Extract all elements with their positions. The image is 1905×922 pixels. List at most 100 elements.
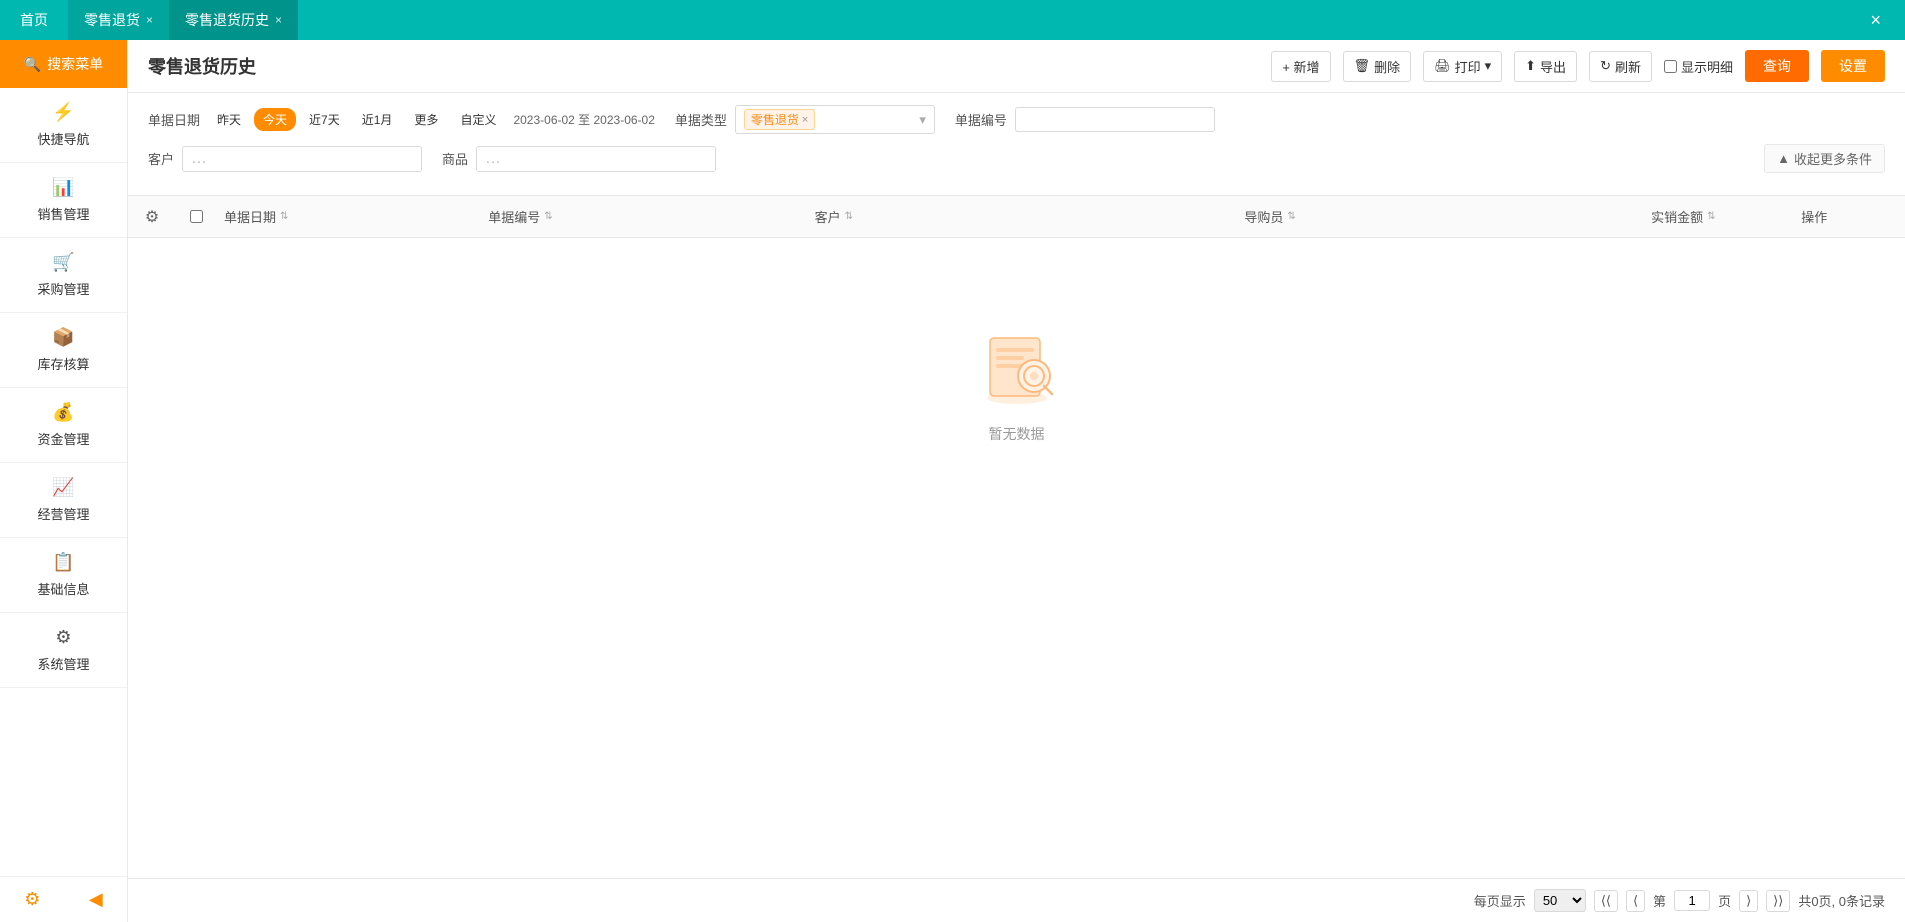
th-customer[interactable]: 客户 ⇅ — [807, 197, 1237, 236]
date-range-display: 2023-06-02 至 2023-06-02 — [513, 111, 654, 128]
purchase-icon: 🛒 — [52, 252, 74, 273]
tab-retail-return-close[interactable]: × — [146, 13, 153, 27]
tab-retail-return-history[interactable]: 零售退货历史 × — [169, 0, 298, 40]
prev-page-button[interactable]: ⟨ — [1626, 890, 1645, 912]
sales-icon: 📊 — [52, 177, 74, 198]
window-close-icon[interactable]: × — [1862, 6, 1889, 35]
date-btn-yesterday[interactable]: 昨天 — [208, 108, 250, 131]
query-button[interactable]: 查询 — [1745, 50, 1809, 82]
sidebar-item-inventory-label: 库存核算 — [37, 354, 89, 373]
sidebar-item-sales-mgmt[interactable]: 📊 销售管理 — [0, 163, 127, 238]
collapse-sidebar-icon[interactable]: ◀ — [89, 889, 103, 910]
select-all-checkbox[interactable] — [190, 210, 203, 223]
print-dropdown-icon: ▾ — [1485, 58, 1492, 74]
collapse-container: ▲ 收起更多条件 — [1764, 144, 1885, 173]
top-bar: 首页 零售退货 × 零售退货历史 × × — [0, 0, 1905, 40]
search-icon: 🔍 — [24, 56, 41, 73]
main-content: 零售退货历史 + 新增 🗑 删除 🖨 打印 ▾ ⬆ 导出 ↻ — [128, 40, 1905, 922]
goods-placeholder: … — [485, 150, 501, 168]
display-toggle-checkbox[interactable] — [1664, 60, 1677, 73]
tab-retail-return[interactable]: 零售退货 × — [68, 0, 169, 40]
last-page-button[interactable]: ⟩⟩ — [1766, 890, 1790, 912]
sidebar-item-ops-label: 经营管理 — [37, 504, 89, 523]
sidebar-search[interactable]: 🔍 搜索菜单 — [0, 40, 127, 88]
next-page-button[interactable]: ⟩ — [1739, 890, 1758, 912]
basic-info-icon: 📋 — [52, 552, 74, 573]
date-buttons: 昨天 今天 近7天 近1月 更多 自定义 — [208, 108, 505, 131]
date-btn-custom[interactable]: 自定义 — [451, 108, 505, 131]
table-select-all[interactable] — [176, 210, 216, 223]
goods-select[interactable]: … — [476, 146, 716, 172]
date-btn-more[interactable]: 更多 — [405, 108, 447, 131]
sidebar-item-sys-mgmt[interactable]: ⚙ 系统管理 — [0, 613, 127, 688]
date-filter-label: 单据日期 — [148, 110, 200, 129]
date-btn-today[interactable]: 今天 — [254, 108, 296, 131]
sidebar-item-inventory[interactable]: 📦 库存核算 — [0, 313, 127, 388]
refresh-button[interactable]: ↻ 刷新 — [1589, 51, 1652, 82]
sys-icon: ⚙ — [55, 627, 71, 648]
export-icon: ⬆ — [1525, 58, 1536, 74]
doc-no-filter: 单据编号 — [955, 107, 1215, 132]
date-btn-last1m[interactable]: 近1月 — [353, 108, 402, 131]
doc-no-input[interactable] — [1015, 107, 1215, 132]
customer-filter: 客户 … — [148, 146, 422, 172]
settings-bottom-icon[interactable]: ⚙ — [24, 889, 40, 910]
settings-button[interactable]: 设置 — [1821, 50, 1885, 82]
date-filter: 单据日期 昨天 今天 近7天 近1月 更多 自定义 2023-06-02 至 2… — [148, 108, 655, 131]
header-actions: + 新增 🗑 删除 🖨 打印 ▾ ⬆ 导出 ↻ 刷新 — [1271, 50, 1885, 82]
th-date[interactable]: 单据日期 ⇅ — [216, 197, 480, 236]
delete-button[interactable]: 🗑 删除 — [1343, 51, 1412, 82]
date-btn-last7[interactable]: 近7天 — [300, 108, 349, 131]
doc-type-select[interactable]: 零售退货 × ▾ — [735, 105, 935, 134]
th-op: 操作 — [1724, 197, 1905, 236]
customer-select[interactable]: … — [182, 146, 422, 172]
display-toggle-label[interactable]: 显示明细 — [1664, 57, 1733, 76]
pagination: 每页显示 10 20 50 100 ⟨⟨ ⟨ 第 页 ⟩ ⟩⟩ 共0页, 0条记… — [128, 878, 1905, 922]
customer-label: 客户 — [148, 149, 174, 168]
table-settings-icon[interactable]: ⚙ — [128, 207, 176, 227]
empty-illustration — [972, 318, 1062, 408]
empty-text: 暂无数据 — [989, 424, 1045, 444]
doc-type-dropdown-icon: ▾ — [919, 112, 926, 128]
sidebar-item-basic-info[interactable]: 📋 基础信息 — [0, 538, 127, 613]
sidebar-item-ops-mgmt[interactable]: 📈 经营管理 — [0, 463, 127, 538]
new-button[interactable]: + 新增 — [1271, 51, 1330, 82]
tab-retail-return-history-close[interactable]: × — [275, 13, 282, 27]
tab-retail-return-label: 零售退货 — [84, 10, 140, 30]
sidebar-item-sales-label: 销售管理 — [37, 204, 89, 223]
sidebar-item-basic-label: 基础信息 — [37, 579, 89, 598]
sidebar-item-finance-mgmt[interactable]: 💰 资金管理 — [0, 388, 127, 463]
page-label: 第 — [1653, 891, 1666, 910]
collapse-icon: ▲ — [1777, 151, 1790, 166]
page-size-label: 每页显示 — [1474, 891, 1526, 910]
doc-no-label: 单据编号 — [955, 110, 1007, 129]
table-header: ⚙ 单据日期 ⇅ 单据编号 ⇅ 客户 ⇅ 导购员 ⇅ — [128, 196, 1905, 238]
page-size-select[interactable]: 10 20 50 100 — [1534, 889, 1586, 912]
sidebar-item-quick-nav[interactable]: ⚡ 快捷导航 — [0, 88, 127, 163]
export-button[interactable]: ⬆ 导出 — [1514, 51, 1577, 82]
sidebar-item-purchase-mgmt[interactable]: 🛒 采购管理 — [0, 238, 127, 313]
tab-retail-return-history-label: 零售退货历史 — [185, 10, 269, 30]
th-amount[interactable]: 实销金额 ⇅ — [1501, 197, 1724, 236]
print-button[interactable]: 🖨 打印 ▾ — [1423, 51, 1502, 82]
th-no-sort-icon: ⇅ — [544, 211, 552, 222]
th-date-sort-icon: ⇅ — [280, 211, 288, 222]
doc-type-filter: 单据类型 零售退货 × ▾ — [675, 105, 935, 134]
ops-icon: 📈 — [52, 477, 74, 498]
th-customer-sort-icon: ⇅ — [845, 211, 853, 222]
collapse-button[interactable]: ▲ 收起更多条件 — [1764, 144, 1885, 173]
th-amount-sort-icon: ⇅ — [1707, 211, 1715, 222]
sidebar-search-label: 搜索菜单 — [47, 54, 103, 74]
th-guide-sort-icon: ⇅ — [1287, 211, 1295, 222]
tab-home[interactable]: 首页 — [0, 0, 68, 40]
finance-icon: 💰 — [52, 402, 74, 423]
th-guide[interactable]: 导购员 ⇅ — [1236, 197, 1500, 236]
sidebar-item-purchase-label: 采购管理 — [37, 279, 89, 298]
th-no[interactable]: 单据编号 ⇅ — [480, 197, 806, 236]
goods-filter: 商品 … — [442, 146, 716, 172]
goods-label: 商品 — [442, 149, 468, 168]
page-number-input[interactable] — [1674, 890, 1710, 911]
first-page-button[interactable]: ⟨⟨ — [1594, 890, 1618, 912]
sidebar: 🔍 搜索菜单 ⚡ 快捷导航 📊 销售管理 🛒 采购管理 📦 库存核算 💰 资金管… — [0, 40, 128, 922]
doc-type-tag-close[interactable]: × — [802, 114, 808, 126]
